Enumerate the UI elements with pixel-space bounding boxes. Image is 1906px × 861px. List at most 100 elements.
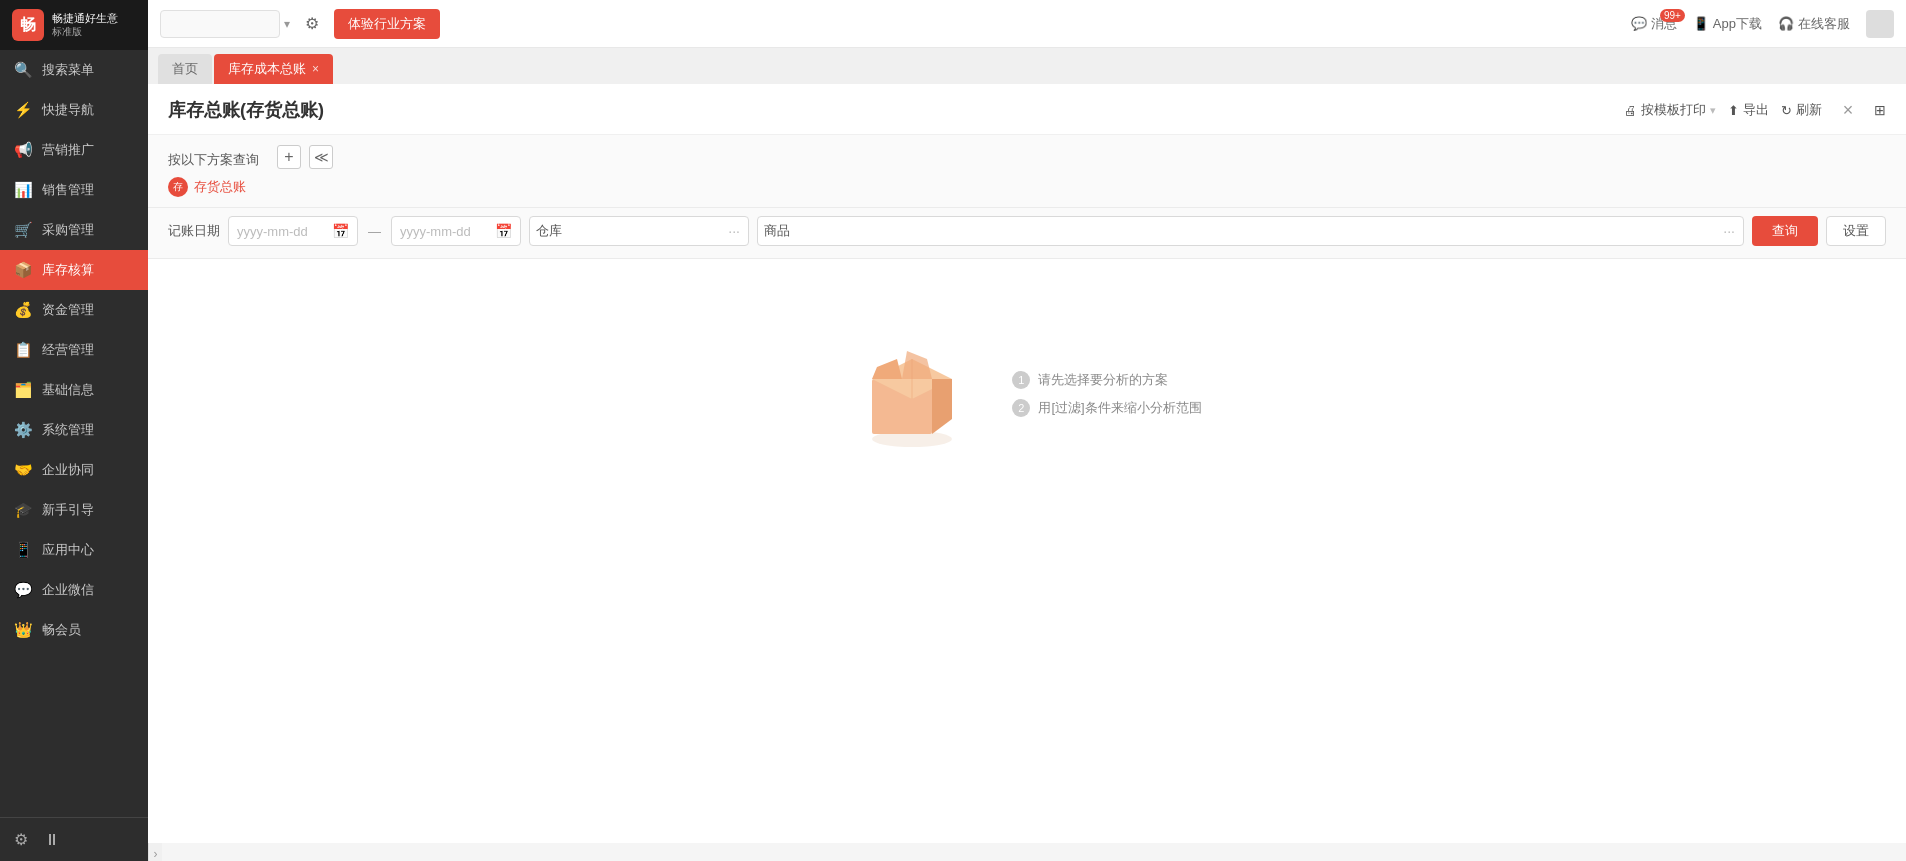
sidebar-label-search: 搜索菜单 — [42, 61, 94, 79]
industry-solution-button[interactable]: 体验行业方案 — [334, 9, 440, 39]
hint-text-2: 用[过滤]条件来缩小分析范围 — [1038, 399, 1201, 417]
logo-icon: 畅 — [12, 9, 44, 41]
sidebar-label-purchase: 采购管理 — [42, 221, 94, 239]
empty-hint-1: 1 请先选择要分析的方案 — [1012, 371, 1201, 389]
close-panel-button[interactable]: × — [1834, 96, 1862, 124]
tab-inventory-cost-label: 库存成本总账 — [228, 60, 306, 78]
calendar-start-icon: 📅 — [332, 223, 349, 239]
page-content: 库存总账(存货总账) 🖨 按模板打印 ▾ ⬆ 导出 ↻ 刷新 × ⊞ — [148, 84, 1906, 843]
tab-inventory-cost[interactable]: 库存成本总账 × — [214, 54, 333, 84]
svg-marker-3 — [932, 379, 952, 434]
sidebar-label-inventory: 库存核算 — [42, 261, 94, 279]
sidebar-label-guide: 新手引导 — [42, 501, 94, 519]
sidebar-item-system[interactable]: ⚙️ 系统管理 — [0, 410, 148, 450]
sidebar-label-enterprise: 企业协同 — [42, 461, 94, 479]
online-service-button[interactable]: 🎧 在线客服 — [1778, 15, 1850, 33]
sidebar-label-wechat: 企业微信 — [42, 581, 94, 599]
print-template-label: 按模板打印 — [1641, 101, 1706, 119]
sidebar-label-marketing: 营销推广 — [42, 141, 94, 159]
sound-icon[interactable]: ⏸ — [44, 831, 60, 849]
refresh-icon: ↻ — [1781, 103, 1792, 118]
date-separator: — — [368, 224, 381, 239]
filter-collapse-button[interactable]: ≪ — [309, 145, 333, 169]
print-icon: 🖨 — [1624, 103, 1637, 118]
right-panel-arrow-icon[interactable]: › — [154, 847, 158, 861]
refresh-button[interactable]: ↻ 刷新 — [1781, 101, 1822, 119]
sidebar-nav: 🔍 搜索菜单 ⚡ 快捷导航 📢 营销推广 📊 销售管理 🛒 采购管理 📦 库存核… — [0, 50, 148, 817]
export-button[interactable]: ⬆ 导出 — [1728, 101, 1769, 119]
scheme-label[interactable]: 存货总账 — [194, 178, 246, 196]
sidebar-icon-funds: 💰 — [14, 301, 32, 319]
calendar-end-icon: 📅 — [495, 223, 512, 239]
user-avatar[interactable] — [1866, 10, 1894, 38]
sidebar-item-funds[interactable]: 💰 资金管理 — [0, 290, 148, 330]
refresh-label: 刷新 — [1796, 101, 1822, 119]
sidebar-item-sales[interactable]: 📊 销售管理 — [0, 170, 148, 210]
empty-hint-2: 2 用[过滤]条件来缩小分析范围 — [1012, 399, 1201, 417]
expand-icon[interactable]: ⊞ — [1874, 102, 1886, 118]
sidebar-label-funds: 资金管理 — [42, 301, 94, 319]
filter-inputs-row: 记账日期 yyyy-mm-dd 📅 — yyyy-mm-dd 📅 仓库 ··· … — [148, 208, 1906, 259]
logo-subtitle: 标准版 — [52, 25, 118, 39]
sidebar-item-member[interactable]: 👑 畅会员 — [0, 610, 148, 650]
sidebar-item-base[interactable]: 🗂️ 基础信息 — [0, 370, 148, 410]
right-panel[interactable]: › — [148, 843, 162, 861]
sidebar-label-app_center: 应用中心 — [42, 541, 94, 559]
date-start-input[interactable]: yyyy-mm-dd 📅 — [228, 216, 358, 246]
sidebar-item-wechat[interactable]: 💬 企业微信 — [0, 570, 148, 610]
sidebar-icon-system: ⚙️ — [14, 421, 32, 439]
query-button[interactable]: 查询 — [1752, 216, 1818, 246]
sidebar-item-shortcut[interactable]: ⚡ 快捷导航 — [0, 90, 148, 130]
topbar-gear-icon[interactable]: ⚙ — [298, 10, 326, 38]
sidebar-item-app_center[interactable]: 📱 应用中心 — [0, 530, 148, 570]
sidebar-label-base: 基础信息 — [42, 381, 94, 399]
filter-top-row: 按以下方案查询 + ≪ — [148, 135, 1906, 173]
sidebar-icon-member: 👑 — [14, 621, 32, 639]
print-template-button[interactable]: 🖨 按模板打印 ▾ — [1624, 101, 1716, 119]
search-placeholder-box[interactable] — [160, 10, 280, 38]
sidebar-item-operation[interactable]: 📋 经营管理 — [0, 330, 148, 370]
online-service-icon: 🎧 — [1778, 16, 1794, 31]
app-download-button[interactable]: 📱 App下载 — [1693, 15, 1762, 33]
date-end-placeholder: yyyy-mm-dd — [400, 224, 471, 239]
page-title: 库存总账(存货总账) — [168, 98, 324, 122]
tab-home[interactable]: 首页 — [158, 54, 212, 84]
warehouse-input[interactable]: 仓库 ··· — [529, 216, 749, 246]
page-header: 库存总账(存货总账) 🖨 按模板打印 ▾ ⬆ 导出 ↻ 刷新 × ⊞ — [148, 84, 1906, 135]
date-end-input[interactable]: yyyy-mm-dd 📅 — [391, 216, 521, 246]
filter-add-button[interactable]: + — [277, 145, 301, 169]
sidebar-icon-sales: 📊 — [14, 181, 32, 199]
filter-label: 按以下方案查询 — [168, 151, 259, 169]
goods-input[interactable]: 商品 ··· — [757, 216, 1744, 246]
sidebar-item-purchase[interactable]: 🛒 采购管理 — [0, 210, 148, 250]
tab-close-icon[interactable]: × — [312, 62, 319, 76]
messages-button[interactable]: 💬 消息 99+ — [1631, 15, 1677, 33]
sidebar-item-search[interactable]: 🔍 搜索菜单 — [0, 50, 148, 90]
svg-marker-4 — [872, 359, 902, 379]
settings-button[interactable]: 设置 — [1826, 216, 1886, 246]
sidebar-icon-guide: 🎓 — [14, 501, 32, 519]
date-start-placeholder: yyyy-mm-dd — [237, 224, 308, 239]
empty-text: 1 请先选择要分析的方案 2 用[过滤]条件来缩小分析范围 — [1012, 371, 1201, 417]
sidebar-item-inventory[interactable]: 📦 库存核算 — [0, 250, 148, 290]
sidebar-label-system: 系统管理 — [42, 421, 94, 439]
hint-num-2: 2 — [1012, 399, 1030, 417]
sidebar: 畅 畅捷通好生意 标准版 🔍 搜索菜单 ⚡ 快捷导航 📢 营销推广 📊 销售管理… — [0, 0, 148, 861]
empty-state: 1 请先选择要分析的方案 2 用[过滤]条件来缩小分析范围 — [148, 259, 1906, 529]
sidebar-icon-marketing: 📢 — [14, 141, 32, 159]
sidebar-label-sales: 销售管理 — [42, 181, 94, 199]
message-icon: 💬 — [1631, 16, 1647, 31]
sidebar-icon-wechat: 💬 — [14, 581, 32, 599]
sidebar-item-enterprise[interactable]: 🤝 企业协同 — [0, 450, 148, 490]
goods-label: 商品 — [764, 222, 790, 240]
filter-scheme: 存 存货总账 — [168, 177, 246, 197]
online-service-label: 在线客服 — [1798, 15, 1850, 33]
settings-icon[interactable]: ⚙ — [14, 830, 28, 849]
date-field-label: 记账日期 — [168, 222, 220, 240]
sidebar-icon-base: 🗂️ — [14, 381, 32, 399]
page-actions: 🖨 按模板打印 ▾ ⬆ 导出 ↻ 刷新 × ⊞ — [1624, 96, 1886, 124]
topbar-left: ▾ ⚙ 体验行业方案 — [160, 9, 1623, 39]
chevron-down-icon[interactable]: ▾ — [284, 17, 290, 31]
sidebar-item-marketing[interactable]: 📢 营销推广 — [0, 130, 148, 170]
sidebar-item-guide[interactable]: 🎓 新手引导 — [0, 490, 148, 530]
